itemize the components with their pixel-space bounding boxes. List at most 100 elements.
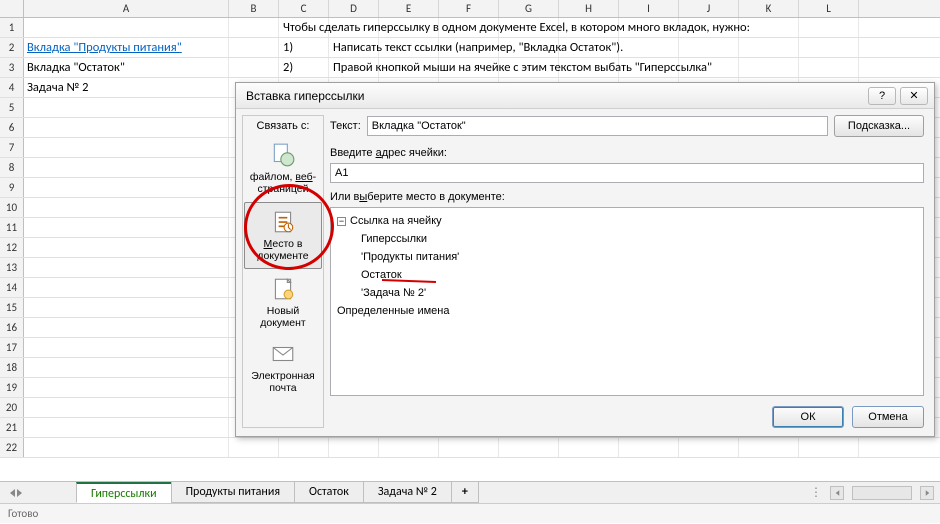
row-header-14[interactable]: 14 [0, 278, 24, 297]
link-to-place-in-document[interactable]: Место в документе [244, 202, 322, 269]
cell-K3[interactable] [739, 58, 799, 77]
row-header-15[interactable]: 15 [0, 298, 24, 317]
row-header-22[interactable]: 22 [0, 438, 24, 457]
cell-L2[interactable] [799, 38, 859, 57]
dialog-titlebar[interactable]: Вставка гиперссылки ? ✕ [236, 83, 934, 109]
sheet-tab-add[interactable]: + [451, 482, 479, 503]
cell-A3[interactable]: Вкладка "Остаток" [24, 58, 229, 77]
hscroll-right-button[interactable] [920, 486, 934, 500]
sheet-tab-task2[interactable]: Задача № 2 [363, 482, 452, 503]
col-header-D[interactable]: D [329, 0, 379, 17]
cell-I22[interactable] [619, 438, 679, 457]
close-button[interactable]: ✕ [900, 87, 928, 105]
cell-B1[interactable] [229, 18, 279, 37]
cell-J22[interactable] [679, 438, 739, 457]
cell-A8[interactable] [24, 158, 229, 177]
col-header-H[interactable]: H [559, 0, 619, 17]
cell-D3-text[interactable]: Правой кнопкой мыши на ячейке с этим тек… [333, 58, 712, 78]
col-header-A[interactable]: A [24, 0, 229, 17]
cell-E22[interactable] [379, 438, 439, 457]
display-text-input[interactable] [367, 116, 828, 136]
link-to-email[interactable]: Электронная почта [243, 335, 323, 400]
tab-nav[interactable] [0, 489, 26, 497]
cell-address-input[interactable] [330, 163, 924, 183]
col-header-F[interactable]: F [439, 0, 499, 17]
cell-A19[interactable] [24, 378, 229, 397]
cell-C2-text[interactable]: 1) [283, 38, 293, 58]
cell-J2[interactable] [679, 38, 739, 57]
hscroll-track[interactable] [852, 486, 912, 500]
cell-C1-text[interactable]: Чтобы сделать гиперссылку в одном докуме… [283, 18, 750, 38]
col-header-E[interactable]: E [379, 0, 439, 17]
cell-A6[interactable] [24, 118, 229, 137]
cell-B22[interactable] [229, 438, 279, 457]
cell-A10[interactable] [24, 198, 229, 217]
row-header-8[interactable]: 8 [0, 158, 24, 177]
sheet-tab-hyperlinks[interactable]: Гиперссылки [76, 482, 172, 503]
row-header-17[interactable]: 17 [0, 338, 24, 357]
cell-B2[interactable] [229, 38, 279, 57]
row-header-13[interactable]: 13 [0, 258, 24, 277]
place-tree[interactable]: −Ссылка на ячейку Гиперссылки 'Продукты … [330, 207, 924, 396]
cell-L22[interactable] [799, 438, 859, 457]
select-all-corner[interactable] [0, 0, 24, 17]
cell-A2[interactable]: Вкладка "Продукты питания" [24, 38, 229, 57]
sheet-tab-products[interactable]: Продукты питания [171, 482, 295, 503]
cell-A9[interactable] [24, 178, 229, 197]
tree-leaf-task2[interactable]: 'Задача № 2' [361, 284, 917, 302]
cell-G22[interactable] [499, 438, 559, 457]
row-header-7[interactable]: 7 [0, 138, 24, 157]
tree-leaf-products[interactable]: 'Продукты питания' [361, 248, 917, 266]
cell-C3-text[interactable]: 2) [283, 58, 293, 78]
row-header-3[interactable]: 3 [0, 58, 24, 77]
row-header-6[interactable]: 6 [0, 118, 24, 137]
row-header-21[interactable]: 21 [0, 418, 24, 437]
cell-A12[interactable] [24, 238, 229, 257]
col-header-G[interactable]: G [499, 0, 559, 17]
screen-tip-button[interactable]: Подсказка... [834, 115, 924, 137]
col-header-J[interactable]: J [679, 0, 739, 17]
hscroll-left-button[interactable] [830, 486, 844, 500]
cell-K2[interactable] [739, 38, 799, 57]
cell-A18[interactable] [24, 358, 229, 377]
collapse-icon[interactable]: − [337, 217, 346, 226]
cell-C22[interactable] [279, 438, 329, 457]
row-header-2[interactable]: 2 [0, 38, 24, 57]
tree-leaf-hyperlinks[interactable]: Гиперссылки [361, 230, 917, 248]
cell-D22[interactable] [329, 438, 379, 457]
col-header-I[interactable]: I [619, 0, 679, 17]
tree-leaf-remainder[interactable]: Остаток [361, 266, 917, 284]
row-header-5[interactable]: 5 [0, 98, 24, 117]
row-header-1[interactable]: 1 [0, 18, 24, 37]
link-to-file-web[interactable]: файлом, веб-страницей [243, 136, 323, 201]
cell-K22[interactable] [739, 438, 799, 457]
cell-A7[interactable] [24, 138, 229, 157]
tree-node-defined-names[interactable]: Определенные имена [337, 302, 917, 320]
sheet-tab-remainder[interactable]: Остаток [294, 482, 364, 503]
cell-A4[interactable]: Задача № 2 [24, 78, 229, 97]
cell-D2-text[interactable]: Написать текст ссылки (например, "Вкладк… [333, 38, 623, 58]
row-header-4[interactable]: 4 [0, 78, 24, 97]
col-header-L[interactable]: L [799, 0, 859, 17]
cell-F22[interactable] [439, 438, 499, 457]
cell-A5[interactable] [24, 98, 229, 117]
col-header-K[interactable]: K [739, 0, 799, 17]
cell-A20[interactable] [24, 398, 229, 417]
col-header-C[interactable]: C [279, 0, 329, 17]
row-header-16[interactable]: 16 [0, 318, 24, 337]
cell-A21[interactable] [24, 418, 229, 437]
cell-L1[interactable] [799, 18, 859, 37]
help-button[interactable]: ? [868, 87, 896, 105]
col-header-B[interactable]: B [229, 0, 279, 17]
row-header-9[interactable]: 9 [0, 178, 24, 197]
cell-A15[interactable] [24, 298, 229, 317]
cell-A22[interactable] [24, 438, 229, 457]
cancel-button[interactable]: Отмена [852, 406, 924, 428]
cell-H22[interactable] [559, 438, 619, 457]
ok-button[interactable]: ОК [772, 406, 844, 428]
cell-A11[interactable] [24, 218, 229, 237]
row-header-11[interactable]: 11 [0, 218, 24, 237]
cell-A16[interactable] [24, 318, 229, 337]
cell-I2[interactable] [619, 38, 679, 57]
row-header-18[interactable]: 18 [0, 358, 24, 377]
